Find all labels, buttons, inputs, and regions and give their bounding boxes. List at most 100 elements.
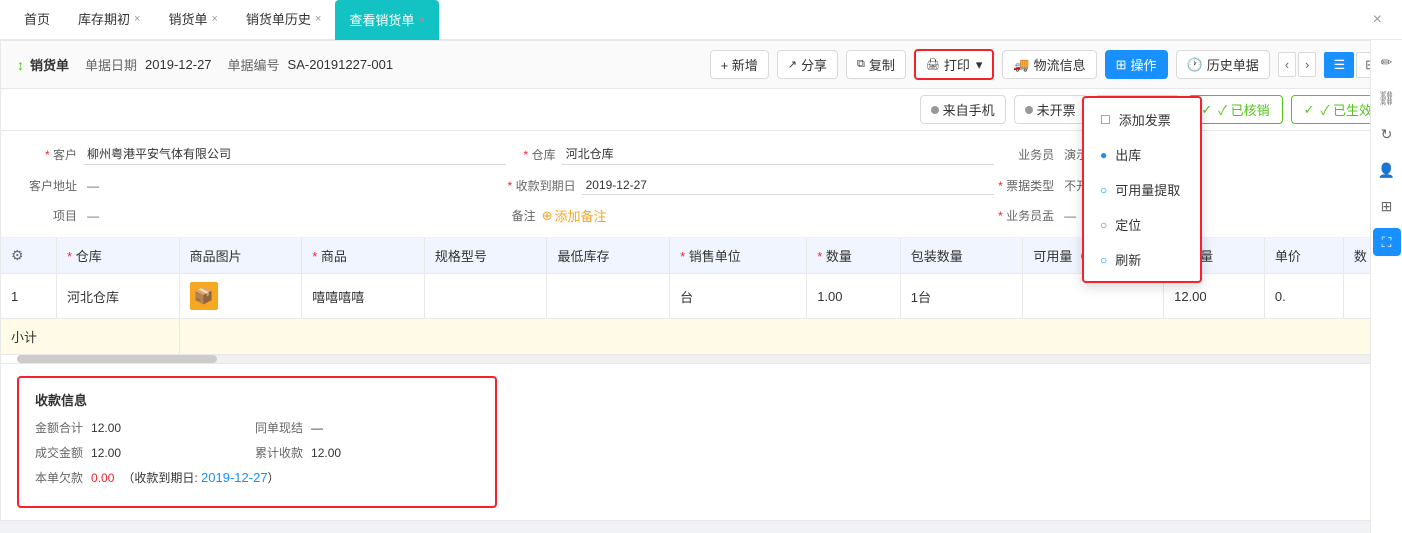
subtotal-label: 小计 xyxy=(1,319,179,355)
dropdown-refresh[interactable]: ○ 刷新 xyxy=(1084,242,1200,277)
payment-date-value[interactable]: 2019-12-27 xyxy=(582,176,995,195)
scroll-thumb xyxy=(17,355,217,363)
note-field: 备注 ⊕ 添加备注 xyxy=(506,206,995,225)
invoice-icon: ☐ xyxy=(1100,113,1111,127)
doc-date-label: 单据日期 2019-12-27 xyxy=(85,55,212,74)
tab-close-sales-history[interactable]: × xyxy=(315,13,321,25)
tab-bar: 首页 库存期初 × 销货单 × 销货单历史 × 查看销货单 × × xyxy=(0,0,1402,40)
dropdown-locate[interactable]: ○ 定位 xyxy=(1084,207,1200,242)
sidebar-edit-icon[interactable]: ✏ xyxy=(1373,48,1401,76)
subtotal-values xyxy=(179,319,1400,355)
col-qty: 数量 xyxy=(807,238,901,274)
tab-close-inventory[interactable]: × xyxy=(134,13,140,25)
not-opened-button[interactable]: 未开票 xyxy=(1014,95,1087,124)
scroll-bar[interactable] xyxy=(17,355,1385,363)
copy-button[interactable]: ⧉ 复制 xyxy=(846,50,906,79)
dropdown-avail-qty[interactable]: ○ 可用量提取 xyxy=(1084,172,1200,207)
tab-home[interactable]: 首页 xyxy=(10,0,64,40)
from-phone-button[interactable]: 来自手机 xyxy=(920,95,1006,124)
row-unit: 台 xyxy=(670,274,807,319)
payment-row-2: 成交金额 12.00 累计收款 12.00 xyxy=(35,444,479,461)
payment-row-1: 金额合计 12.00 同单现结 — xyxy=(35,419,479,436)
avail-icon: ○ xyxy=(1100,183,1107,197)
same-order-field: 同单现结 — xyxy=(255,419,455,436)
sidebar-link-icon[interactable]: ⛓ xyxy=(1373,84,1401,112)
cumulative-field: 累计收款 12.00 xyxy=(255,444,455,461)
add-note-button[interactable]: ⊕ 添加备注 xyxy=(542,206,607,225)
logistics-button[interactable]: 🚚 物流信息 xyxy=(1002,50,1096,79)
col-gear[interactable]: ⚙ xyxy=(1,238,57,274)
warehouse-value[interactable]: 河北仓库 xyxy=(562,143,995,165)
col-price: 单价 xyxy=(1264,238,1343,274)
staff2-label: 业务员盂 xyxy=(994,207,1054,224)
address-field: 客户地址 — xyxy=(17,177,506,195)
row-qty: 1.00 xyxy=(807,274,901,319)
dropdown-outbound[interactable]: ● 出库 xyxy=(1084,137,1200,172)
ticket-dot xyxy=(1025,106,1033,114)
phone-dot xyxy=(931,106,939,114)
transaction-amount-value: 12.00 xyxy=(91,446,121,460)
bottom-section: 收款信息 金额合计 12.00 同单现结 — 成交金额 12.00 累计收款 xyxy=(1,364,1401,520)
logistics-icon: 🚚 xyxy=(1013,57,1029,73)
print-button[interactable]: 🖨 打印 ▾ xyxy=(914,49,995,80)
sidebar-table-icon[interactable]: ⊞ xyxy=(1373,192,1401,220)
row-price: 0. xyxy=(1264,274,1343,319)
right-sidebar: ✏ ⛓ ↻ 👤 ⊞ ⛶ xyxy=(1370,40,1402,533)
subtotal-row: 小计 xyxy=(1,319,1401,355)
total-amount-label: 金额合计 xyxy=(35,419,83,436)
row-warehouse: 河北仓库 xyxy=(57,274,180,319)
tab-inventory-init[interactable]: 库存期初 × xyxy=(64,0,154,40)
invoice-label: 票据类型 xyxy=(994,177,1054,194)
tab-sales[interactable]: 销货单 × xyxy=(154,0,231,40)
window-close-button[interactable]: × xyxy=(1363,11,1392,29)
sidebar-expand-icon[interactable]: ⛶ xyxy=(1373,228,1401,256)
col-warehouse: 仓库 xyxy=(57,238,180,274)
same-order-value: — xyxy=(311,421,323,435)
prev-button[interactable]: ‹ xyxy=(1278,52,1296,77)
tab-view-sales[interactable]: 查看销货单 × xyxy=(335,0,438,40)
owed-field: 本单欠款 0.00 （收款到期日: 2019-12-27） xyxy=(35,469,280,486)
share-button[interactable]: ↗ 分享 xyxy=(777,50,838,79)
copy-icon: ⧉ xyxy=(857,58,865,71)
print-dropdown-arrow[interactable]: ▾ xyxy=(976,57,983,73)
customer-field: 客户 柳州粤港平安气体有限公司 xyxy=(17,143,506,165)
product-thumbnail: 📦 xyxy=(190,282,218,310)
tab-close-view-sales[interactable]: × xyxy=(418,14,424,26)
project-field: 项目 — xyxy=(17,207,506,225)
payment-row-3: 本单欠款 0.00 （收款到期日: 2019-12-27） xyxy=(35,469,479,486)
row-product: 嘻嘻嘻嘻 xyxy=(302,274,425,319)
col-product: 商品 xyxy=(302,238,425,274)
sidebar-refresh-icon[interactable]: ↻ xyxy=(1373,120,1401,148)
dropdown-add-invoice[interactable]: ☐ 添加发票 xyxy=(1084,102,1200,137)
address-label: 客户地址 xyxy=(17,177,77,194)
warehouse-field: 仓库 河北仓库 xyxy=(506,143,995,165)
tab-sales-history[interactable]: 销货单历史 × xyxy=(232,0,335,40)
refresh-icon: ○ xyxy=(1100,253,1107,267)
customer-label: 客户 xyxy=(17,146,77,163)
payment-date-field: 收款到期日 2019-12-27 xyxy=(506,176,995,195)
note-label: 备注 xyxy=(506,207,536,224)
toolbar: + 新增 ↗ 分享 ⧉ 复制 🖨 打印 ▾ 🚚 物流信息 ⊞ 操作 xyxy=(710,49,1385,80)
cumulative-value: 12.00 xyxy=(311,446,341,460)
total-amount-field: 金额合计 12.00 xyxy=(35,419,235,436)
transaction-amount-field: 成交金额 12.00 xyxy=(35,444,235,461)
row-image: 📦 xyxy=(179,274,302,319)
owed-label: 本单欠款 xyxy=(35,469,83,486)
tab-close-sales[interactable]: × xyxy=(211,13,217,25)
next-button[interactable]: › xyxy=(1298,52,1316,77)
history-button[interactable]: 🕐 历史单据 xyxy=(1176,50,1270,79)
cumulative-label: 累计收款 xyxy=(255,444,303,461)
cancelled-button[interactable]: ✓ ✓ 已核销 xyxy=(1188,95,1282,124)
sidebar-user-icon[interactable]: 👤 xyxy=(1373,156,1401,184)
customer-value[interactable]: 柳州粤港平安气体有限公司 xyxy=(83,143,506,165)
outbound-icon: ● xyxy=(1100,148,1107,162)
col-spec: 规格型号 xyxy=(424,238,547,274)
list-view-button[interactable]: ☰ xyxy=(1324,52,1354,78)
operation-button[interactable]: ⊞ 操作 xyxy=(1105,50,1168,79)
doc-header: ↕ 销货单 单据日期 2019-12-27 单据编号 SA-20191227-0… xyxy=(1,41,1401,89)
warehouse-label: 仓库 xyxy=(506,146,556,163)
sales-order-icon: ↕ xyxy=(17,57,24,73)
share-icon: ↗ xyxy=(788,58,797,71)
row-seq: 1 xyxy=(1,274,57,319)
add-button[interactable]: + 新增 xyxy=(710,50,769,79)
